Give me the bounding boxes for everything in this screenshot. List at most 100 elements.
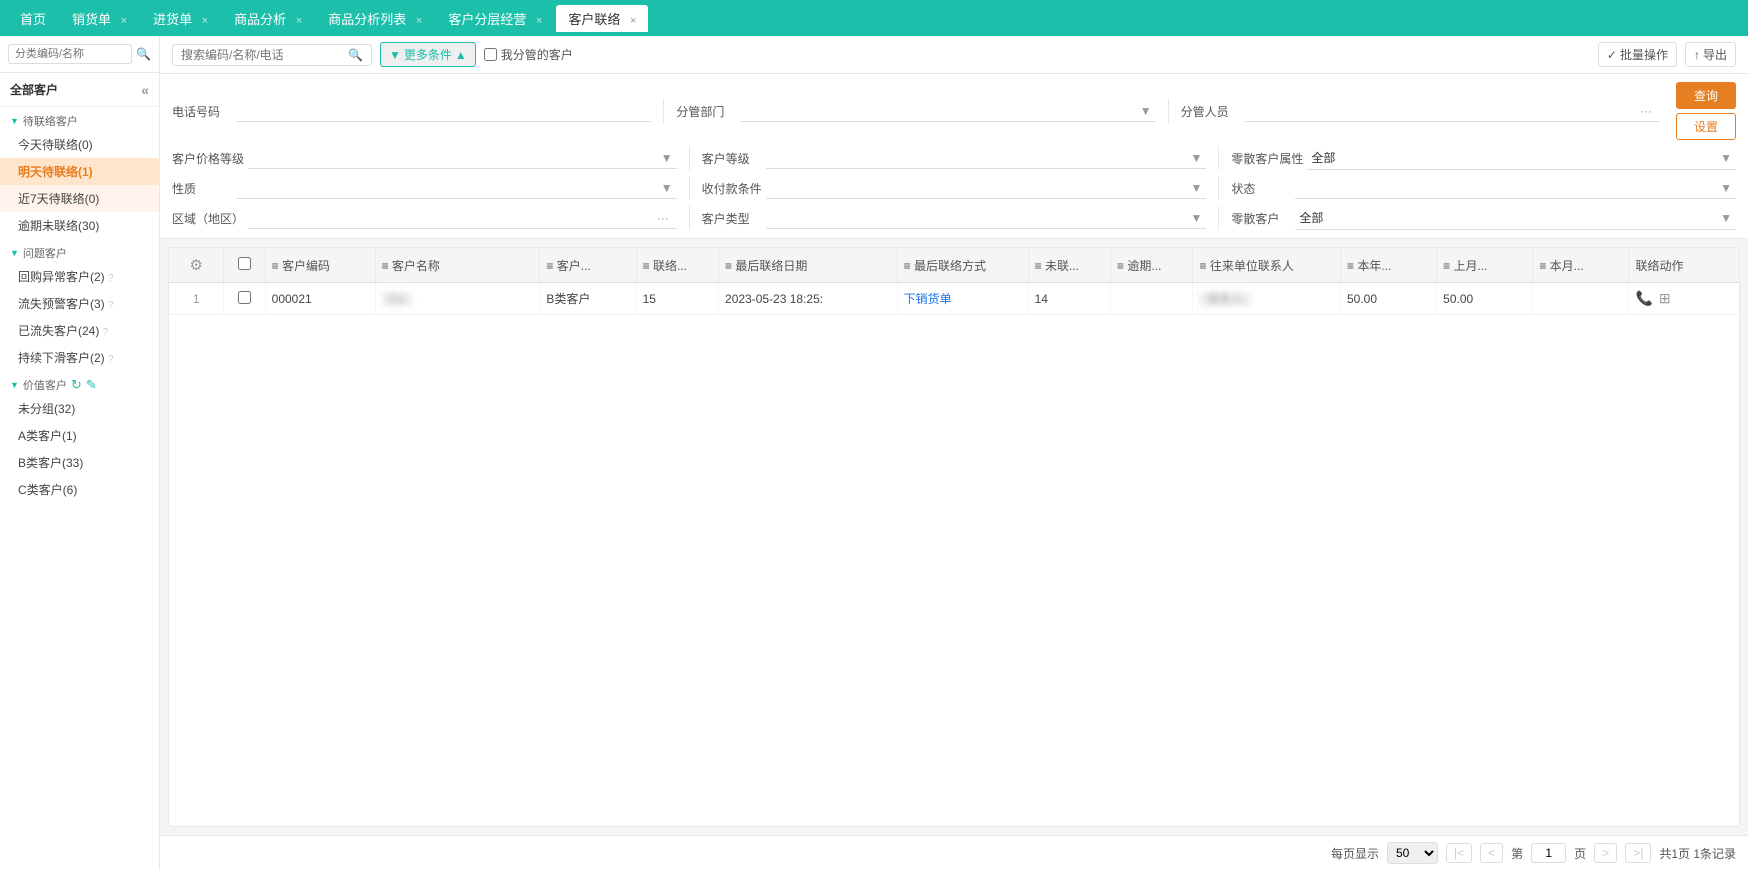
- filter-price-grade-select[interactable]: ▼: [248, 148, 677, 169]
- filter-buttons: 查询 设置: [1676, 82, 1736, 140]
- close-product-analysis-icon[interactable]: ×: [296, 15, 302, 27]
- th-last-date[interactable]: ≡ 最后联络日期: [719, 248, 898, 283]
- sidebar-item-churned[interactable]: 已流失客户(24) ?: [0, 317, 159, 344]
- batch-button[interactable]: ✓ 批量操作: [1598, 42, 1677, 67]
- more-conditions-button[interactable]: ▼ 更多条件 ▲: [380, 42, 476, 67]
- search-icon[interactable]: 🔍: [348, 48, 363, 62]
- sidebar-item-today-contact[interactable]: 今天待联络(0): [0, 131, 159, 158]
- close-product-analysis-list-icon[interactable]: ×: [416, 15, 422, 27]
- filter-payment-select[interactable]: ▼: [766, 178, 1207, 199]
- sidebar-item-7days-contact[interactable]: 近7天待联络(0): [0, 185, 159, 212]
- filter-customer-type: 客户类型 ▼: [702, 208, 1207, 229]
- row-this-month: [1533, 283, 1629, 315]
- th-checkbox[interactable]: [224, 248, 265, 283]
- row-checkbox-cell[interactable]: [224, 283, 265, 315]
- nav-customer-stratification[interactable]: 客户分层经营 ×: [436, 5, 554, 32]
- filter-retail-attr-select[interactable]: 全部 ▼: [1307, 146, 1736, 170]
- setting-button[interactable]: 设置: [1676, 113, 1736, 140]
- th-liaison[interactable]: ≡ 往来单位联系人: [1193, 248, 1341, 283]
- filter-retail-customer-select[interactable]: 全部 ▼: [1295, 206, 1736, 230]
- filter-icon: ▼: [389, 48, 401, 62]
- nav-customer-contact[interactable]: 客户联络 ×: [556, 5, 648, 32]
- sidebar-collapse-icon[interactable]: «: [141, 82, 149, 98]
- sidebar-item-b-class[interactable]: B类客户(33): [0, 449, 159, 476]
- filter-row-2: 客户价格等级 ▼ 客户等级 ▼ 零散客户属性: [172, 146, 1736, 170]
- sidebar-item-overdue-contact[interactable]: 逾期未联络(30): [0, 212, 159, 239]
- page-suffix: 页: [1574, 845, 1586, 862]
- refresh-icon[interactable]: ↻: [71, 377, 82, 393]
- sidebar-item-tomorrow-contact[interactable]: 明天待联络(1): [0, 158, 159, 185]
- table-settings-icon[interactable]: ⚙: [190, 257, 203, 274]
- filter-customer-type-select[interactable]: ▼: [766, 208, 1207, 229]
- close-sales-icon[interactable]: ×: [121, 15, 127, 27]
- next-page-button[interactable]: >: [1594, 843, 1617, 863]
- th-settings[interactable]: ⚙: [169, 248, 224, 283]
- sidebar-search-input[interactable]: [8, 44, 132, 64]
- filter-dept-select[interactable]: ▼: [740, 101, 1155, 122]
- close-purchase-icon[interactable]: ×: [202, 15, 208, 27]
- filter-status-select[interactable]: ▼: [1295, 178, 1736, 199]
- nav-product-analysis-list[interactable]: 商品分析列表 ×: [316, 5, 434, 32]
- sidebar-all-customers[interactable]: 全部客户 «: [0, 73, 159, 107]
- edit-icon[interactable]: ✎: [86, 377, 97, 393]
- row-last-month: 50.00: [1437, 283, 1533, 315]
- row-checkbox[interactable]: [238, 291, 251, 304]
- filter-phone: 电话号码: [172, 101, 651, 122]
- nav-sales[interactable]: 销货单 ×: [60, 5, 139, 32]
- filter-nature-label: 性质: [172, 180, 232, 197]
- filter-region-select[interactable]: ···: [248, 208, 677, 229]
- grid-action-icon[interactable]: ⊞: [1659, 290, 1671, 307]
- my-customers-checkbox-wrap[interactable]: 我分管的客户: [484, 46, 573, 63]
- sidebar-item-ungrouped[interactable]: 未分组(32): [0, 395, 159, 422]
- export-button[interactable]: ↑ 导出: [1685, 42, 1736, 67]
- filter-customer-grade-select[interactable]: ▼: [766, 148, 1207, 169]
- th-year-sales[interactable]: ≡ 本年...: [1340, 248, 1436, 283]
- search-input[interactable]: [181, 48, 348, 62]
- close-customer-contact-icon[interactable]: ×: [630, 15, 636, 27]
- th-last-way[interactable]: ≡ 最后联络方式: [897, 248, 1028, 283]
- filter-payment: 收付款条件 ▼: [702, 178, 1207, 199]
- nav-product-analysis[interactable]: 商品分析 ×: [222, 5, 314, 32]
- person-ellipsis-icon[interactable]: ···: [1636, 104, 1656, 118]
- select-all-checkbox[interactable]: [238, 257, 251, 270]
- th-contact[interactable]: ≡ 联络...: [636, 248, 718, 283]
- th-name[interactable]: ≡ 客户名称: [375, 248, 540, 283]
- th-uncontact[interactable]: ≡ 未联...: [1028, 248, 1110, 283]
- filter-person-select[interactable]: ···: [1245, 101, 1660, 122]
- th-overdue[interactable]: ≡ 逾期...: [1111, 248, 1193, 283]
- query-button[interactable]: 查询: [1676, 82, 1736, 109]
- divider2: [1168, 99, 1169, 123]
- last-way-link[interactable]: 下销货单: [904, 292, 952, 306]
- phone-action-icon[interactable]: 📞: [1635, 290, 1652, 307]
- right-content: 🔍 ▼ 更多条件 ▲ 我分管的客户 ✓ 批量操作 ↑ 导出: [160, 36, 1748, 870]
- filter-person: 分管人员 ···: [1181, 101, 1660, 122]
- retail-attr-chevron-icon: ▼: [1720, 151, 1732, 165]
- sidebar-item-c-class[interactable]: C类客户(6): [0, 476, 159, 503]
- row-code: 000021: [265, 283, 375, 315]
- filter-nature-select[interactable]: ▼: [236, 178, 677, 199]
- sidebar-item-declining[interactable]: 持续下滑客户(2) ?: [0, 344, 159, 371]
- th-last-month[interactable]: ≡ 上月...: [1437, 248, 1533, 283]
- sidebar-item-churn-warning[interactable]: 流失预警客户(3) ?: [0, 290, 159, 317]
- my-customers-checkbox[interactable]: [484, 48, 497, 61]
- last-page-button[interactable]: >|: [1625, 843, 1651, 863]
- sidebar-item-repurchase-anomaly[interactable]: 回购异常客户(2) ?: [0, 263, 159, 290]
- th-this-month[interactable]: ≡ 本月...: [1533, 248, 1629, 283]
- th-code[interactable]: ≡ 客户编码: [265, 248, 375, 283]
- nav-home[interactable]: 首页: [8, 5, 58, 32]
- page-input[interactable]: [1531, 843, 1566, 863]
- prev-page-button[interactable]: <: [1480, 843, 1503, 863]
- row-last-way[interactable]: 下销货单: [897, 283, 1028, 315]
- region-ellipsis-icon[interactable]: ···: [653, 211, 673, 225]
- filter-phone-input[interactable]: [236, 101, 651, 122]
- toolbar: 🔍 ▼ 更多条件 ▲ 我分管的客户 ✓ 批量操作 ↑ 导出: [160, 36, 1748, 74]
- th-type[interactable]: ≡ 客户...: [540, 248, 636, 283]
- sidebar-search-icon[interactable]: 🔍: [136, 47, 151, 61]
- customers-table: ⚙ ≡ 客户编码 ≡ 客户名称 ≡ 客户...: [169, 248, 1739, 315]
- per-page-select[interactable]: 50 20 100: [1387, 842, 1438, 864]
- first-page-button[interactable]: |<: [1446, 843, 1472, 863]
- close-customer-stratification-icon[interactable]: ×: [536, 15, 542, 27]
- nav-purchase[interactable]: 进货单 ×: [141, 5, 220, 32]
- filter-status: 状态 ▼: [1231, 178, 1736, 199]
- sidebar-item-a-class[interactable]: A类客户(1): [0, 422, 159, 449]
